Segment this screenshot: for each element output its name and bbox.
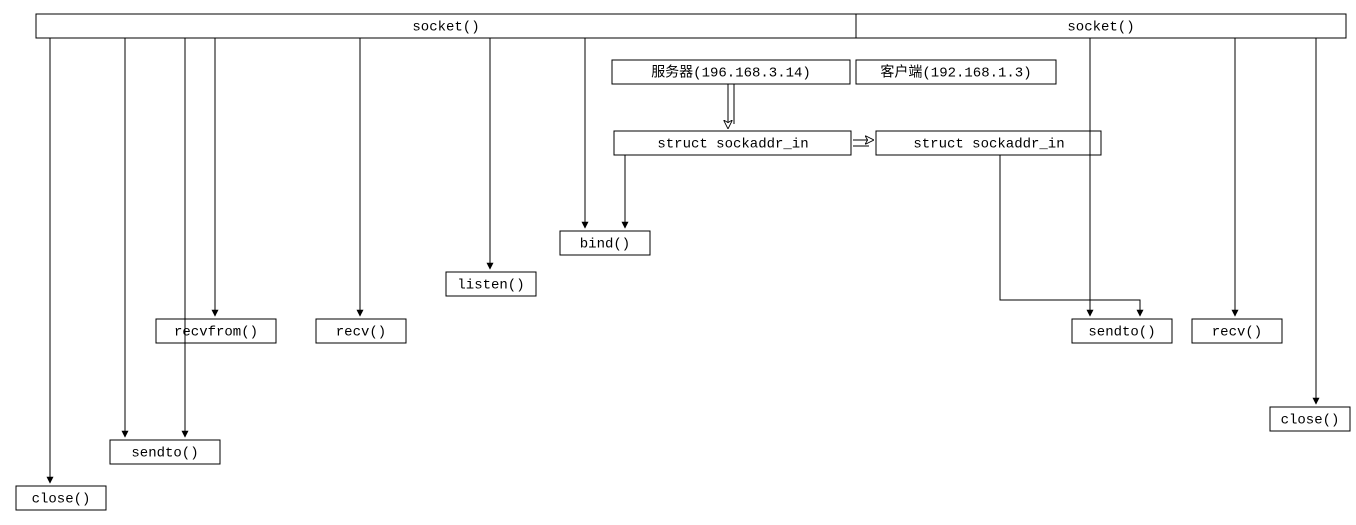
socket-flow-diagram: socket() socket() 服务器(196.168.3.14) 客户端(… <box>0 0 1356 525</box>
label-close-right: close() <box>1281 413 1340 429</box>
label-host-server: 服务器(196.168.3.14) <box>651 65 811 82</box>
label-socket-client: socket() <box>1067 20 1134 36</box>
label-recv-right: recv() <box>1212 325 1262 341</box>
label-socket-server: socket() <box>412 20 479 36</box>
label-sendto-right: sendto() <box>1088 325 1155 341</box>
arrow-struct-to-sendto-right <box>1000 155 1140 316</box>
label-sendto-left: sendto() <box>131 446 198 462</box>
label-recv-left: recv() <box>336 325 386 341</box>
label-struct-left: struct sockaddr_in <box>657 137 808 153</box>
label-recvfrom: recvfrom() <box>174 325 258 341</box>
label-bind: bind() <box>580 237 630 253</box>
label-close-left: close() <box>32 492 91 508</box>
label-listen: listen() <box>457 278 524 294</box>
label-struct-right: struct sockaddr_in <box>913 137 1064 153</box>
label-host-client: 客户端(192.168.1.3) <box>880 64 1031 82</box>
